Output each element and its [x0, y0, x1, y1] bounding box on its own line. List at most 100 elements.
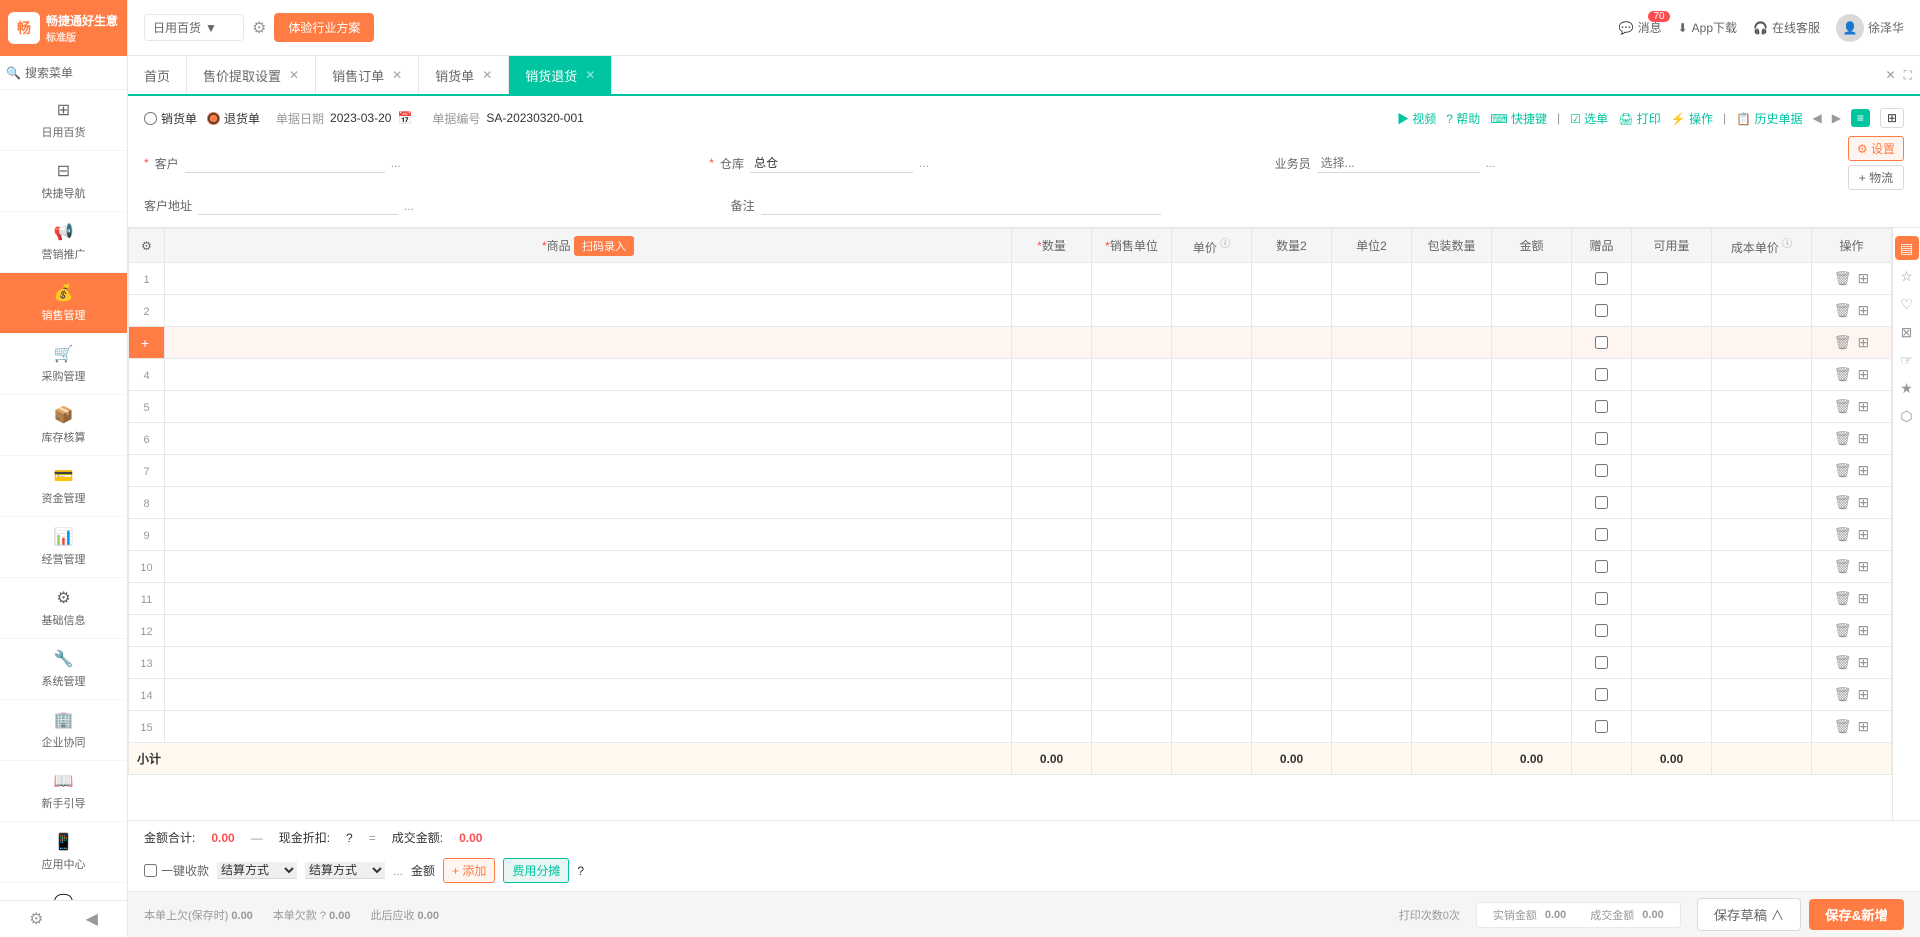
- tab-price-close[interactable]: ✕: [289, 68, 299, 82]
- warehouse-input[interactable]: [750, 154, 913, 173]
- right-tool-4[interactable]: ⊠: [1895, 320, 1919, 344]
- tab-price-setting[interactable]: 售价提取设置 ✕: [187, 56, 316, 95]
- gift-checkbox[interactable]: [1595, 688, 1608, 701]
- gift-checkbox[interactable]: [1595, 592, 1608, 605]
- row-packqty[interactable]: [1412, 263, 1492, 295]
- customer-select-dots[interactable]: ...: [391, 156, 401, 170]
- delete-row-btn[interactable]: 🗑: [1834, 590, 1852, 607]
- history-link[interactable]: 📋 历史单据: [1736, 110, 1802, 127]
- staff-select-dots[interactable]: ...: [1486, 156, 1496, 170]
- sidebar-item-wechat[interactable]: 💬 企业微信: [0, 883, 127, 900]
- delete-row-btn[interactable]: 🗑: [1834, 430, 1852, 447]
- sidebar-settings-icon[interactable]: ⚙: [29, 909, 43, 929]
- tab-sales-order-close[interactable]: ✕: [392, 68, 402, 82]
- shortcut-link[interactable]: ⌨ 快捷键: [1490, 110, 1547, 127]
- list-view-icon[interactable]: ≡: [1851, 109, 1870, 127]
- copy-row-btn[interactable]: ⊞: [1858, 558, 1870, 575]
- gift-checkbox[interactable]: [1595, 496, 1608, 509]
- sidebar-item-sales[interactable]: 💰 销售管理: [0, 273, 127, 334]
- delete-row-btn[interactable]: 🗑: [1834, 686, 1852, 703]
- gift-checkbox[interactable]: [1595, 720, 1608, 733]
- gift-checkbox[interactable]: [1595, 336, 1608, 349]
- right-tool-3[interactable]: ♡: [1895, 292, 1919, 316]
- tab-home[interactable]: 首页: [128, 56, 187, 95]
- delete-row-btn[interactable]: 🗑: [1834, 558, 1852, 575]
- radio-sales[interactable]: 销货单: [144, 110, 197, 127]
- message-btn[interactable]: 💬 消息 70: [1619, 19, 1662, 36]
- radio-return-input[interactable]: [207, 112, 220, 125]
- account-dots[interactable]: ...: [393, 864, 403, 878]
- gift-checkbox[interactable]: [1595, 656, 1608, 669]
- gift-checkbox[interactable]: [1595, 560, 1608, 573]
- warehouse-select-dots[interactable]: ...: [919, 156, 929, 170]
- address-input[interactable]: [198, 196, 398, 215]
- sidebar-item-base[interactable]: ⚙ 基础信息: [0, 578, 127, 639]
- user-menu-btn[interactable]: 👤 徐泽华: [1836, 14, 1904, 42]
- gift-checkbox[interactable]: [1595, 400, 1608, 413]
- sidebar-item-app[interactable]: 📱 应用中心: [0, 822, 127, 883]
- row-amount[interactable]: [1492, 263, 1572, 295]
- row-price[interactable]: [1172, 263, 1252, 295]
- sidebar-item-guide[interactable]: 📖 新手引导: [0, 761, 127, 822]
- tab-close-all-icon[interactable]: ✕: [1886, 68, 1896, 82]
- gift-checkbox[interactable]: [1595, 624, 1608, 637]
- topbar-settings-icon[interactable]: ⚙: [252, 18, 266, 38]
- copy-row-btn[interactable]: ⊞: [1858, 686, 1870, 703]
- copy-row-btn[interactable]: ⊞: [1858, 302, 1870, 319]
- copy-row-btn[interactable]: ⊞: [1858, 526, 1870, 543]
- operate-link[interactable]: ⚡ 操作: [1671, 110, 1713, 127]
- sidebar-item-corp[interactable]: 🏢 企业协同: [0, 700, 127, 761]
- tab-fullscreen-icon[interactable]: ⛶: [1904, 68, 1912, 83]
- right-tool-2[interactable]: ☆: [1895, 264, 1919, 288]
- one-click-input[interactable]: [144, 864, 157, 877]
- copy-row-btn[interactable]: ⊞: [1858, 494, 1870, 511]
- save-new-btn[interactable]: 保存&新增: [1809, 899, 1904, 930]
- copy-row-btn[interactable]: ⊞: [1858, 622, 1870, 639]
- row-costprice[interactable]: [1712, 263, 1812, 295]
- gift-checkbox[interactable]: [1595, 272, 1608, 285]
- add-payment-btn[interactable]: + 添加: [443, 858, 495, 883]
- next-icon[interactable]: ▶: [1832, 111, 1841, 125]
- experience-button[interactable]: 体验行业方案: [274, 13, 374, 42]
- customer-input[interactable]: [185, 154, 385, 173]
- gift-checkbox[interactable]: [1595, 304, 1608, 317]
- one-click-checkbox[interactable]: 一键收款: [144, 862, 209, 879]
- delete-row-btn[interactable]: 🗑: [1834, 654, 1852, 671]
- right-tool-6[interactable]: ★: [1895, 376, 1919, 400]
- sidebar-item-quick-nav[interactable]: ⊟ 快捷导航: [0, 151, 127, 212]
- row-unit2[interactable]: [1332, 263, 1412, 295]
- logistics-btn[interactable]: + 物流: [1848, 165, 1904, 190]
- copy-row-btn[interactable]: ⊞: [1858, 334, 1870, 351]
- sidebar-item-purchase[interactable]: 🛒 采购管理: [0, 334, 127, 395]
- sidebar-item-home[interactable]: ⊞ 日用百货: [0, 90, 127, 151]
- radio-return[interactable]: 退货单: [207, 110, 260, 127]
- delete-row-btn[interactable]: 🗑: [1834, 270, 1852, 287]
- row-unit[interactable]: [1092, 263, 1172, 295]
- copy-row-btn[interactable]: ⊞: [1858, 462, 1870, 479]
- tab-sales-return[interactable]: 销货退货 ✕: [509, 56, 612, 95]
- row-gift[interactable]: [1572, 263, 1632, 295]
- copy-row-btn[interactable]: ⊞: [1858, 398, 1870, 415]
- tab-sales-delivery-close[interactable]: ✕: [482, 68, 492, 82]
- costprice-info-icon[interactable]: ⓘ: [1782, 239, 1792, 250]
- delete-row-btn[interactable]: 🗑: [1834, 334, 1852, 351]
- row-qty2[interactable]: [1252, 263, 1332, 295]
- sidebar-collapse-icon[interactable]: ◀: [86, 909, 98, 929]
- sidebar-item-finance[interactable]: 💳 资金管理: [0, 456, 127, 517]
- sidebar-item-ops[interactable]: 📊 经营管理: [0, 517, 127, 578]
- gift-checkbox[interactable]: [1595, 368, 1608, 381]
- calendar-icon[interactable]: 📅: [397, 111, 412, 125]
- gift-checkbox[interactable]: [1595, 432, 1608, 445]
- right-tool-7[interactable]: ⬡: [1895, 404, 1919, 428]
- copy-row-btn[interactable]: ⊞: [1858, 430, 1870, 447]
- th-settings[interactable]: ⚙: [129, 229, 165, 263]
- online-service-btn[interactable]: 🎧 在线客服: [1753, 19, 1820, 36]
- delete-row-btn[interactable]: 🗑: [1834, 398, 1852, 415]
- copy-row-btn[interactable]: ⊞: [1858, 270, 1870, 287]
- delete-row-btn[interactable]: 🗑: [1834, 718, 1852, 735]
- fee-help-icon[interactable]: ?: [577, 864, 584, 878]
- radio-sales-input[interactable]: [144, 112, 157, 125]
- price-info-icon[interactable]: ⓘ: [1220, 239, 1230, 250]
- copy-row-btn[interactable]: ⊞: [1858, 718, 1870, 735]
- row-product[interactable]: [165, 263, 1012, 295]
